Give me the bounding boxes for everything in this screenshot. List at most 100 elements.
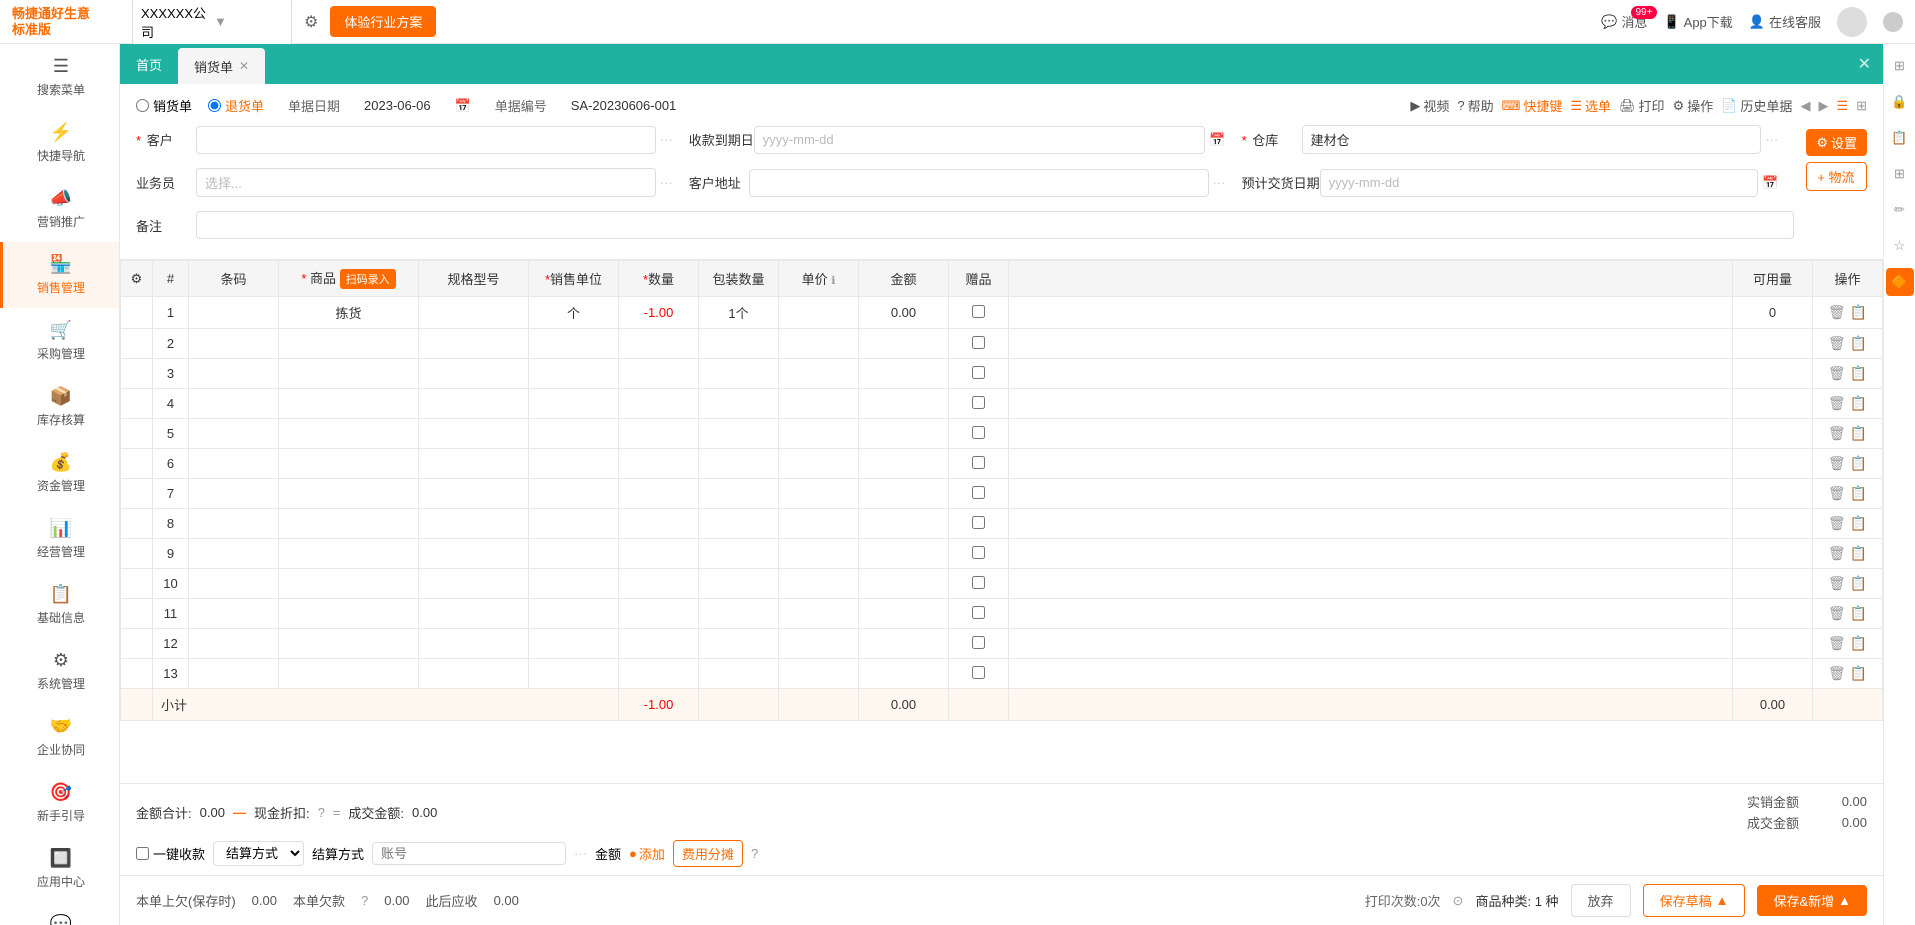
sidebar-item-basic[interactable]: 📋 基础信息 <box>0 572 119 638</box>
discount-help-icon[interactable]: ? <box>318 805 325 820</box>
row-amount[interactable]: 0.00 <box>859 297 949 329</box>
right-panel-btn-3[interactable]: 📋 <box>1886 124 1914 152</box>
salesperson-input[interactable]: 选择... <box>196 168 656 197</box>
copy-row-btn[interactable]: 📋 <box>1850 515 1867 532</box>
delete-row-btn[interactable]: 🗑 <box>1828 575 1846 592</box>
prev-icon[interactable]: ◀ <box>1800 98 1810 114</box>
sidebar-item-finance[interactable]: 💰 资金管理 <box>0 440 119 506</box>
add-payment-btn[interactable]: ● 添加 <box>629 844 665 863</box>
history-btn[interactable]: 📄 历史单据 <box>1721 96 1792 115</box>
app-download-btn[interactable]: 📱 App下载 <box>1663 12 1732 31</box>
copy-row-btn[interactable]: 📋 <box>1850 335 1867 352</box>
delete-row-btn[interactable]: 🗑 <box>1828 665 1846 682</box>
right-panel-btn-7[interactable]: 🔶 <box>1886 268 1914 296</box>
customer-input[interactable] <box>196 126 656 154</box>
sidebar-item-operations[interactable]: 📊 经营管理 <box>0 506 119 572</box>
gift-checkbox[interactable] <box>972 305 985 318</box>
copy-row-btn[interactable]: 📋 <box>1850 635 1867 652</box>
notification-btn[interactable]: 💬 消息 99+ <box>1601 12 1647 31</box>
product-type-icon[interactable]: ⊙ <box>1453 893 1464 909</box>
delete-row-btn[interactable]: 🗑 <box>1828 485 1846 502</box>
due-date-input[interactable]: yyyy-mm-dd <box>754 126 1206 154</box>
delete-row-btn[interactable]: 🗑 <box>1828 605 1846 622</box>
help-btn[interactable]: ? 帮助 <box>1457 96 1493 115</box>
video-btn[interactable]: ▶ 视频 <box>1410 96 1449 115</box>
logistics-btn[interactable]: + 物流 <box>1806 162 1867 191</box>
copy-row-btn[interactable]: 📋 <box>1850 455 1867 472</box>
warehouse-picker-icon[interactable]: ··· <box>1765 132 1778 147</box>
right-panel-btn-5[interactable]: ✏ <box>1886 196 1914 224</box>
account-input[interactable] <box>372 842 566 865</box>
row-product[interactable]: 拣货 <box>279 297 419 329</box>
row-gift[interactable] <box>949 297 1009 329</box>
settings-action-btn[interactable]: ⚙ 设置 <box>1806 129 1867 156</box>
gift-checkbox[interactable] <box>972 546 985 559</box>
customer-addr-picker-icon[interactable]: ··· <box>1213 175 1226 190</box>
gift-checkbox[interactable] <box>972 636 985 649</box>
row-spec[interactable] <box>419 297 529 329</box>
warehouse-input[interactable]: 建材仓 <box>1302 125 1762 154</box>
experience-btn[interactable]: 体验行业方案 <box>330 6 436 37</box>
radio-return[interactable]: 退货单 <box>208 96 264 115</box>
total-owed-help-icon[interactable]: ? <box>361 893 368 908</box>
save-new-btn[interactable]: 保存&新增 ▲ <box>1757 885 1867 916</box>
settlement-select[interactable]: 结算方式 <box>213 841 304 866</box>
avatar2[interactable] <box>1883 12 1903 32</box>
gift-checkbox[interactable] <box>972 606 985 619</box>
row-price[interactable] <box>779 297 859 329</box>
radio-return-input[interactable] <box>208 99 221 112</box>
sidebar-item-marketing[interactable]: 📣 营销推广 <box>0 176 119 242</box>
radio-sales-input[interactable] <box>136 99 149 112</box>
delete-row-btn[interactable]: 🗑 <box>1828 515 1846 532</box>
sidebar-item-enterprise[interactable]: 🤝 企业协同 <box>0 704 119 770</box>
gift-checkbox[interactable] <box>972 396 985 409</box>
row-qty[interactable]: -1.00 <box>619 297 699 329</box>
sidebar-item-search[interactable]: ☰ 搜索菜单 <box>0 44 119 110</box>
delete-row-btn[interactable]: 🗑 <box>1828 455 1846 472</box>
online-service-btn[interactable]: 👤 在线客服 <box>1749 12 1821 31</box>
gift-checkbox[interactable] <box>972 426 985 439</box>
sidebar-item-quick-nav[interactable]: ⚡ 快捷导航 <box>0 110 119 176</box>
delete-row-btn[interactable]: 🗑 <box>1828 304 1846 321</box>
copy-row-btn[interactable]: 📋 <box>1850 304 1867 321</box>
copy-row-btn[interactable]: 📋 <box>1850 425 1867 442</box>
delete-row-btn[interactable]: 🗑 <box>1828 365 1846 382</box>
expense-btn[interactable]: 费用分摊 <box>673 840 743 867</box>
tab-close-icon[interactable]: ✕ <box>239 59 249 73</box>
grid-view-icon[interactable]: ⊞ <box>1856 98 1867 114</box>
sidebar-item-purchase[interactable]: 🛒 采购管理 <box>0 308 119 374</box>
gift-checkbox[interactable] <box>972 366 985 379</box>
radio-sales[interactable]: 销货单 <box>136 96 192 115</box>
avatar[interactable] <box>1837 7 1867 37</box>
salesperson-picker-icon[interactable]: ··· <box>660 175 673 190</box>
copy-row-btn[interactable]: 📋 <box>1850 485 1867 502</box>
copy-row-btn[interactable]: 📋 <box>1850 395 1867 412</box>
shortcut-btn[interactable]: ⌨ 快捷键 <box>1502 96 1563 115</box>
expected-date-calendar-icon[interactable]: 📅 <box>1762 175 1778 191</box>
tab-sales-order[interactable]: 销货单 ✕ <box>178 48 265 84</box>
company-select[interactable]: XXXXXX公司 ▼ <box>132 0 292 46</box>
tab-home[interactable]: 首页 <box>120 44 178 84</box>
copy-row-btn[interactable]: 📋 <box>1850 575 1867 592</box>
scan-btn[interactable]: 扫码录入 <box>340 269 396 289</box>
right-panel-btn-6[interactable]: ☆ <box>1886 232 1914 260</box>
tab-close-all-icon[interactable]: ✕ <box>1846 44 1883 84</box>
gift-checkbox[interactable] <box>972 456 985 469</box>
notes-input[interactable] <box>196 211 1794 239</box>
expected-date-input[interactable]: yyyy-mm-dd <box>1320 169 1759 197</box>
save-draft-btn[interactable]: 保存草稿 ▲ <box>1643 884 1746 917</box>
settings-icon[interactable]: ⚙ <box>300 8 322 36</box>
sidebar-item-sales[interactable]: 🏪 销售管理 <box>0 242 119 308</box>
calendar-icon[interactable]: 📅 <box>455 98 471 114</box>
right-panel-btn-1[interactable]: ⊞ <box>1886 52 1914 80</box>
copy-row-btn[interactable]: 📋 <box>1850 665 1867 682</box>
sidebar-item-wechat[interactable]: 💬 企业微信 <box>0 902 119 925</box>
gift-checkbox[interactable] <box>972 666 985 679</box>
next-icon[interactable]: ▶ <box>1818 98 1828 114</box>
delete-row-btn[interactable]: 🗑 <box>1828 335 1846 352</box>
delete-row-btn[interactable]: 🗑 <box>1828 425 1846 442</box>
gift-checkbox[interactable] <box>972 486 985 499</box>
row-unit[interactable]: 个 <box>529 297 619 329</box>
sidebar-item-system[interactable]: ⚙ 系统管理 <box>0 638 119 704</box>
copy-row-btn[interactable]: 📋 <box>1850 605 1867 622</box>
